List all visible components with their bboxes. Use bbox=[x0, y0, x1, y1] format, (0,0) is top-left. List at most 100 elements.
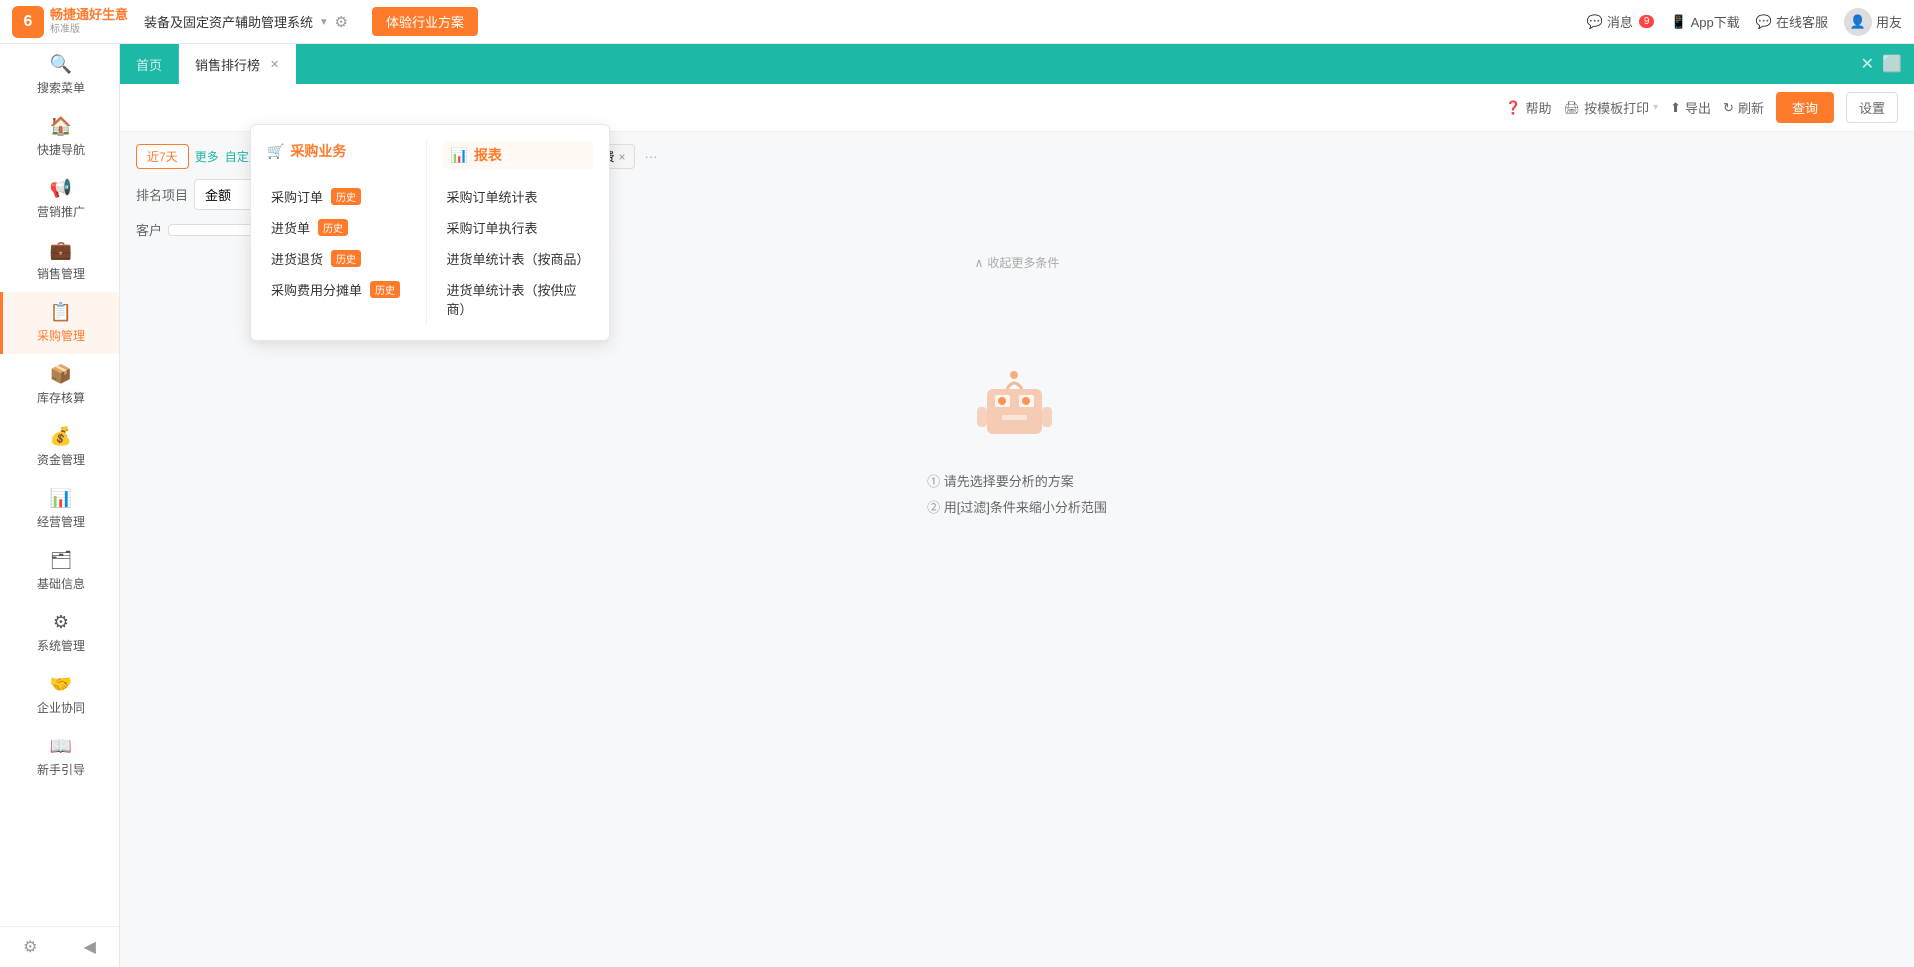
empty-tips: ① 请先选择要分析的方案 ② 用[过滤]条件来缩小分析范围 bbox=[927, 469, 1107, 521]
rank-value: 金额 bbox=[205, 185, 231, 204]
sidebar-label-inventory: 库存核算 bbox=[37, 389, 85, 406]
system-name-text: 装备及固定资产辅助管理系统 bbox=[144, 12, 313, 31]
dropdown-report-title: 📊 报表 bbox=[443, 141, 594, 169]
sidebar-item-operations[interactable]: 📊 经营管理 bbox=[0, 478, 119, 540]
app-download-item[interactable]: 📱 App下载 bbox=[1670, 12, 1739, 31]
dropdown-report-order-stat[interactable]: 采购订单统计表 bbox=[443, 181, 594, 212]
dropdown-purchase-cost[interactable]: 采购费用分摊单 历史 bbox=[267, 274, 418, 305]
tab-sales-rank-label: 销售排行榜 bbox=[195, 55, 260, 74]
tab-bar-close-x[interactable]: ✕ bbox=[1861, 54, 1874, 74]
online-service-item[interactable]: 💬 在线客服 bbox=[1756, 12, 1828, 31]
sidebar-label-basic-info: 基础信息 bbox=[37, 575, 85, 592]
print-icon: 🖨 bbox=[1564, 100, 1581, 116]
tab-bar-maximize[interactable]: ⬜ bbox=[1882, 54, 1902, 74]
solution-button[interactable]: 体验行业方案 bbox=[372, 7, 478, 36]
dropdown-purchase-title: 🛒 采购业务 bbox=[267, 141, 418, 169]
tab-close-icon[interactable]: ✕ bbox=[270, 58, 279, 71]
search-icon: 🔍 bbox=[50, 54, 72, 75]
logo-area: 6 畅捷通好生意 标准版 bbox=[12, 6, 132, 38]
main-layout: 🔍 搜索菜单 🏠 快捷导航 📢 营销推广 💼 销售管理 📋 采购管理 📦 库存核… bbox=[0, 44, 1914, 967]
purchase-inbound-hist: 历史 bbox=[318, 219, 348, 236]
sidebar-label-finance: 资金管理 bbox=[37, 451, 85, 468]
sidebar-item-purchase[interactable]: 📋 采购管理 bbox=[0, 292, 119, 354]
export-icon: ⬆ bbox=[1670, 100, 1681, 116]
collapse-text: 收起更多条件 bbox=[987, 254, 1059, 271]
message-label: 消息 bbox=[1607, 12, 1633, 31]
sidebar-label-search: 搜索菜单 bbox=[37, 79, 85, 96]
sidebar-item-search[interactable]: 🔍 搜索菜单 bbox=[0, 44, 119, 106]
customer-label: 客户 bbox=[136, 220, 162, 239]
message-icon: 💬 bbox=[1587, 14, 1603, 30]
gear-icon[interactable]: ⚙ bbox=[335, 13, 348, 31]
goods-tag-remove[interactable]: × bbox=[618, 150, 625, 164]
dropdown-purchase-inbound[interactable]: 进货单 历史 bbox=[267, 212, 418, 243]
sidebar-item-inventory[interactable]: 📦 库存核算 bbox=[0, 354, 119, 416]
service-label: 在线客服 bbox=[1776, 12, 1828, 31]
dropdown-report-inbound-goods[interactable]: 进货单统计表（按商品） bbox=[443, 243, 594, 274]
sidebar-item-finance[interactable]: 💰 资金管理 bbox=[0, 416, 119, 478]
purchase-cost-label: 采购费用分摊单 bbox=[271, 280, 362, 299]
message-item[interactable]: 💬 消息 9 bbox=[1587, 12, 1655, 31]
sidebar-item-marketing[interactable]: 📢 营销推广 bbox=[0, 168, 119, 230]
sidebar-label-quick-nav: 快捷导航 bbox=[37, 141, 85, 158]
dropdown-purchase-return[interactable]: 进货退货 历史 bbox=[267, 243, 418, 274]
sidebar-item-quick-nav[interactable]: 🏠 快捷导航 bbox=[0, 106, 119, 168]
guide-icon: 📖 bbox=[50, 736, 72, 757]
tab-sales-rank[interactable]: 销售排行榜 ✕ bbox=[179, 44, 296, 84]
basic-info-icon: 🗂 bbox=[50, 550, 73, 571]
logo-sub: 标准版 bbox=[50, 23, 128, 36]
sidebar-item-basic-info[interactable]: 🗂 基础信息 bbox=[0, 540, 119, 602]
refresh-button[interactable]: ↻ 刷新 bbox=[1723, 98, 1764, 117]
dropdown-purchase-col: 🛒 采购业务 采购订单 历史 进货单 历史 进货退货 bbox=[267, 141, 418, 324]
dropdown-menu: 🛒 采购业务 采购订单 历史 进货单 历史 进货退货 bbox=[250, 124, 610, 341]
print-button[interactable]: 🖨 按模板打印 ▾ bbox=[1564, 98, 1659, 117]
logo-main: 畅捷通好生意 bbox=[50, 7, 128, 24]
help-button[interactable]: ❓ 帮助 bbox=[1505, 98, 1551, 117]
purchase-menu-icon: 🛒 bbox=[267, 143, 284, 160]
dropdown-report-inbound-supplier[interactable]: 进货单统计表（按供应商） bbox=[443, 274, 594, 324]
app-download-label: App下载 bbox=[1691, 12, 1740, 31]
settings-button[interactable]: 设置 bbox=[1846, 92, 1898, 123]
query-button[interactable]: 查询 bbox=[1776, 92, 1834, 123]
inventory-icon: 📦 bbox=[50, 364, 72, 385]
print-label: 按模板打印 bbox=[1584, 98, 1649, 117]
purchase-cost-hist: 历史 bbox=[370, 281, 400, 298]
report-inbound-supplier-label: 进货单统计表（按供应商） bbox=[447, 280, 590, 318]
purchase-order-hist: 历史 bbox=[331, 188, 361, 205]
message-badge: 9 bbox=[1639, 15, 1655, 28]
sidebar-label-sales: 销售管理 bbox=[37, 265, 85, 282]
purchase-return-hist: 历史 bbox=[331, 250, 361, 267]
sales-icon: 💼 bbox=[50, 240, 72, 261]
sidebar-label-marketing: 营销推广 bbox=[37, 203, 85, 220]
date-more-link[interactable]: 更多 bbox=[195, 148, 219, 165]
system-icon: ⚙ bbox=[53, 612, 69, 633]
export-label: 导出 bbox=[1685, 98, 1711, 117]
logo-icon: 6 bbox=[12, 6, 44, 38]
user-item[interactable]: 👤 用友 bbox=[1844, 8, 1902, 36]
goods-more-dots[interactable]: ··· bbox=[645, 149, 658, 164]
sidebar-item-guide[interactable]: 📖 新手引导 bbox=[0, 726, 119, 788]
sidebar-settings-icon[interactable]: ⚙ bbox=[23, 937, 37, 957]
date-tab-7days[interactable]: 近7天 bbox=[136, 144, 189, 169]
report-order-exec-label: 采购订单执行表 bbox=[447, 218, 538, 237]
service-icon: 💬 bbox=[1756, 14, 1772, 30]
sidebar-item-sales[interactable]: 💼 销售管理 bbox=[0, 230, 119, 292]
phone-icon: 📱 bbox=[1670, 14, 1686, 30]
top-header: 6 畅捷通好生意 标准版 装备及固定资产辅助管理系统 ▾ ⚙ 体验行业方案 💬 … bbox=[0, 0, 1914, 44]
sidebar-label-operations: 经营管理 bbox=[37, 513, 85, 530]
report-inbound-goods-label: 进货单统计表（按商品） bbox=[447, 249, 590, 268]
logo-text: 畅捷通好生意 标准版 bbox=[50, 7, 128, 37]
sidebar-collapse-icon[interactable]: ◀ bbox=[84, 937, 96, 957]
refresh-icon: ↻ bbox=[1723, 100, 1734, 116]
dropdown-report-order-exec[interactable]: 采购订单执行表 bbox=[443, 212, 594, 243]
tab-home[interactable]: 首页 bbox=[120, 44, 179, 84]
system-name-arrow[interactable]: ▾ bbox=[321, 15, 327, 28]
sidebar-bottom: ⚙ ◀ bbox=[0, 926, 119, 967]
sidebar-item-system[interactable]: ⚙ 系统管理 bbox=[0, 602, 119, 664]
dropdown-purchase-order[interactable]: 采购订单 历史 bbox=[267, 181, 418, 212]
export-button[interactable]: ⬆ 导出 bbox=[1670, 98, 1711, 117]
help-label: 帮助 bbox=[1526, 98, 1552, 117]
sidebar-item-enterprise[interactable]: 🤝 企业协同 bbox=[0, 664, 119, 726]
header-system-name: 装备及固定资产辅助管理系统 ▾ ⚙ 体验行业方案 bbox=[144, 7, 1587, 36]
help-icon: ❓ bbox=[1505, 100, 1521, 116]
